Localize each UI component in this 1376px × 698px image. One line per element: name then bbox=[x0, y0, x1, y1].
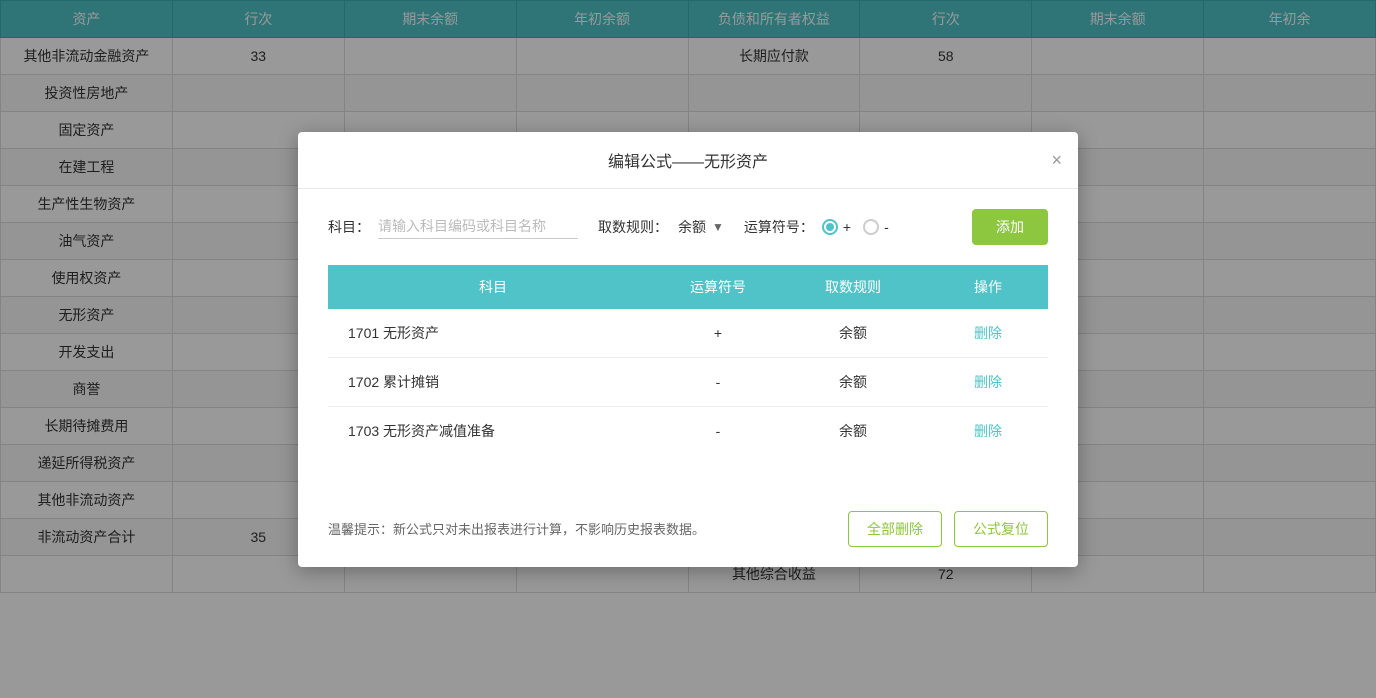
cell-operator: - bbox=[658, 406, 778, 455]
cell-subject: 1703 无形资产减值准备 bbox=[328, 406, 658, 455]
add-button[interactable]: 添加 bbox=[972, 209, 1048, 245]
reset-formula-button[interactable]: 公式复位 bbox=[954, 511, 1048, 547]
cell-action: 删除 bbox=[928, 406, 1048, 455]
delete-row-button[interactable]: 删除 bbox=[974, 323, 1002, 343]
delete-row-button[interactable]: 删除 bbox=[974, 372, 1002, 392]
radio-plus-circle bbox=[822, 219, 838, 235]
footer-actions: 全部删除 公式复位 bbox=[848, 511, 1048, 547]
cell-action: 删除 bbox=[928, 309, 1048, 358]
modal-body: 科目： 取数规则： 余额 借方 贷方 ▼ 运算符号： bbox=[298, 189, 1078, 495]
form-row: 科目： 取数规则： 余额 借方 贷方 ▼ 运算符号： bbox=[328, 209, 1048, 245]
operator-group: 运算符号： + - bbox=[744, 217, 889, 237]
subject-input[interactable] bbox=[378, 214, 578, 239]
modal-close-button[interactable]: × bbox=[1051, 151, 1062, 169]
th-subject: 科目 bbox=[328, 265, 658, 309]
radio-minus-circle bbox=[863, 219, 879, 235]
formula-table: 科目 运算符号 取数规则 操作 1701 无形资产+余额删除1702 累计摊销-… bbox=[328, 265, 1048, 455]
operator-label: 运算符号： bbox=[744, 217, 814, 237]
cell-rule: 余额 bbox=[778, 406, 928, 455]
modal-overlay: 编辑公式——无形资产 × 科目： 取数规则： 余额 借方 贷方 bbox=[0, 0, 1376, 698]
subject-label: 科目： bbox=[328, 217, 370, 237]
cell-operator: - bbox=[658, 357, 778, 406]
cell-rule: 余额 bbox=[778, 357, 928, 406]
modal-title: 编辑公式——无形资产 bbox=[608, 148, 768, 172]
rule-select-wrapper: 余额 借方 贷方 ▼ bbox=[676, 215, 724, 239]
delete-all-button[interactable]: 全部删除 bbox=[848, 511, 942, 547]
delete-row-button[interactable]: 删除 bbox=[974, 421, 1002, 441]
table-row: 1701 无形资产+余额 删除 bbox=[328, 309, 1048, 358]
cell-operator: + bbox=[658, 309, 778, 358]
rule-label: 取数规则： bbox=[598, 217, 668, 237]
table-row: 1703 无形资产减值准备-余额 删除 bbox=[328, 406, 1048, 455]
modal-header: 编辑公式——无形资产 × bbox=[298, 132, 1078, 189]
select-arrow-icon: ▼ bbox=[712, 220, 724, 234]
modal-footer: 温馨提示：新公式只对未出报表进行计算，不影响历史报表数据。 全部删除 公式复位 bbox=[298, 495, 1078, 567]
modal-dialog: 编辑公式——无形资产 × 科目： 取数规则： 余额 借方 贷方 bbox=[298, 132, 1078, 567]
radio-plus[interactable]: + bbox=[822, 219, 851, 235]
radio-plus-label: + bbox=[843, 219, 851, 235]
radio-minus[interactable]: - bbox=[863, 219, 889, 235]
table-row: 1702 累计摊销-余额 删除 bbox=[328, 357, 1048, 406]
th-action: 操作 bbox=[928, 265, 1048, 309]
cell-subject: 1702 累计摊销 bbox=[328, 357, 658, 406]
cell-rule: 余额 bbox=[778, 309, 928, 358]
subject-group: 科目： bbox=[328, 214, 578, 239]
cell-action: 删除 bbox=[928, 357, 1048, 406]
rule-select[interactable]: 余额 借方 贷方 bbox=[676, 215, 708, 239]
footer-hint: 温馨提示：新公式只对未出报表进行计算，不影响历史报表数据。 bbox=[328, 519, 705, 538]
cell-subject: 1701 无形资产 bbox=[328, 309, 658, 358]
th-rule: 取数规则 bbox=[778, 265, 928, 309]
operator-radio-group: + - bbox=[822, 219, 889, 235]
rule-group: 取数规则： 余额 借方 贷方 ▼ bbox=[598, 215, 724, 239]
radio-minus-label: - bbox=[884, 219, 889, 235]
th-operator: 运算符号 bbox=[658, 265, 778, 309]
